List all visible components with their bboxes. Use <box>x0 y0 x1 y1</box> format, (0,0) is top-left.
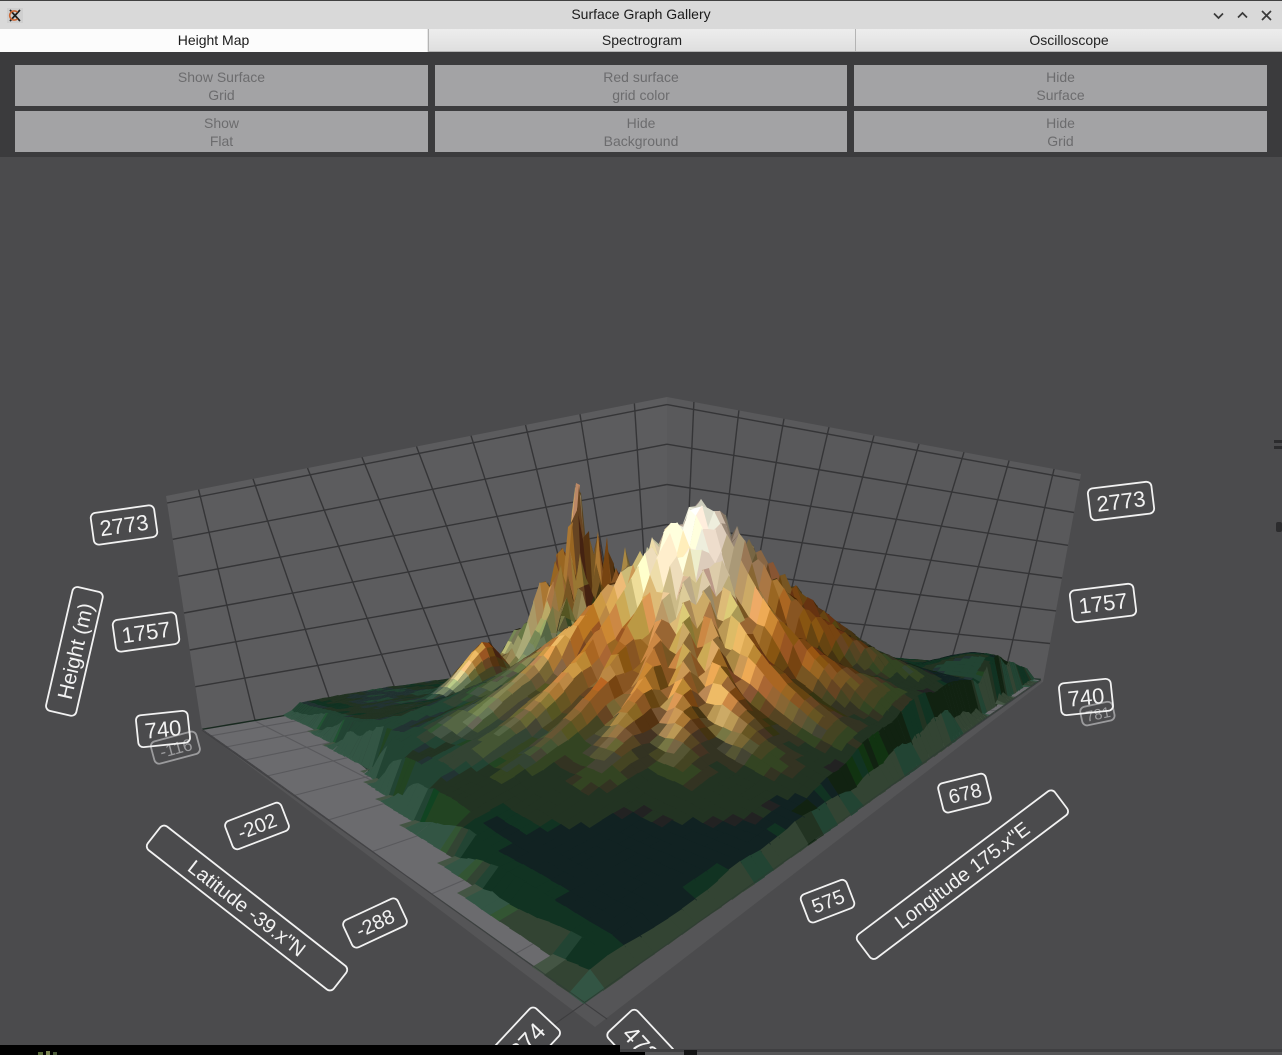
svg-text:740: 740 <box>1066 683 1105 712</box>
svg-text:740: 740 <box>143 715 182 744</box>
